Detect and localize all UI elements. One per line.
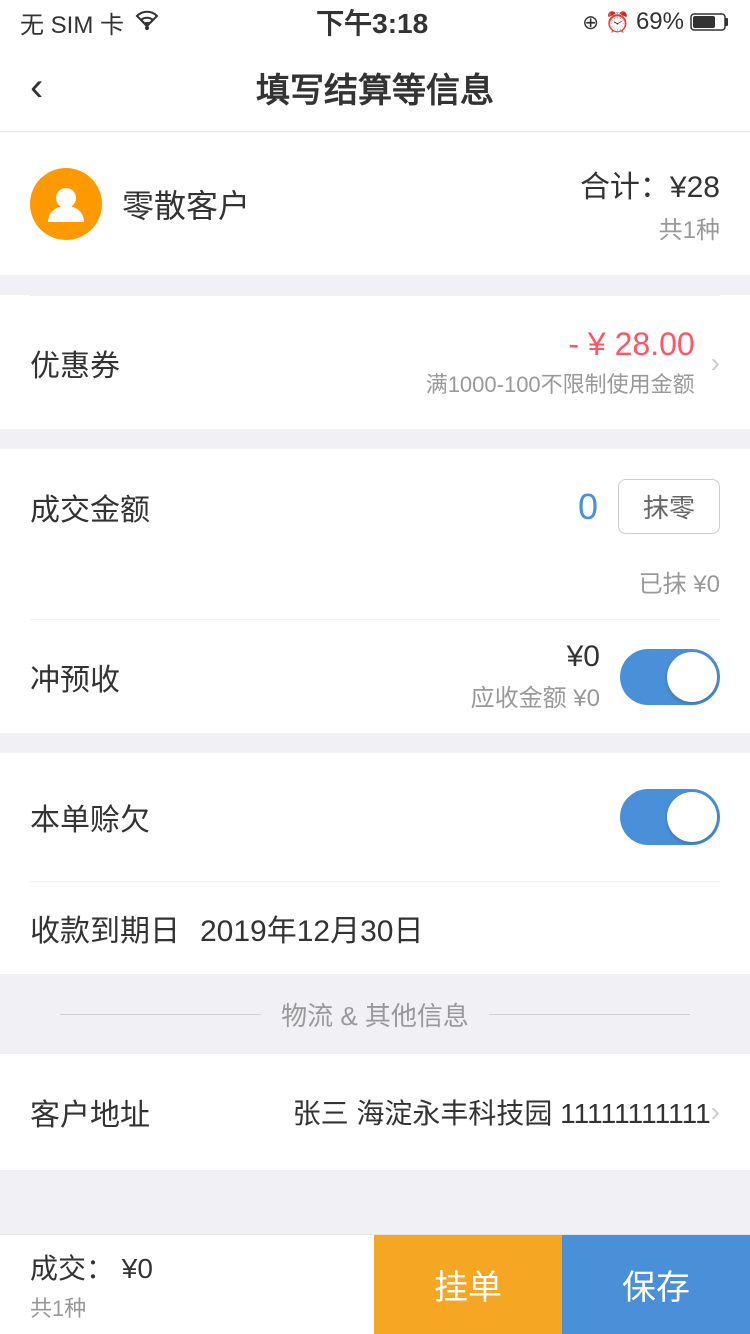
toggle-knob (667, 652, 717, 702)
status-bar: 无 SIM 卡 下午3:18 ⊕ ⏰ 69% (0, 0, 750, 44)
person-icon (44, 182, 88, 226)
prepay-row: 冲预收 ¥0 应收金额 ¥0 (30, 619, 720, 733)
prepay-sub: 应收金额 ¥0 (471, 678, 600, 713)
save-button[interactable]: 保存 (562, 1235, 750, 1334)
prepay-amount: ¥0 (471, 640, 600, 674)
prepay-toggle[interactable] (620, 649, 720, 705)
coupon-discount: - ¥ 28.00 (426, 326, 695, 363)
nav-bar: ‹ 填写结算等信息 (0, 44, 750, 132)
coupon-desc: 满1000-100不限制使用金额 (426, 367, 695, 399)
sep-3 (0, 733, 750, 753)
bottom-summary-count: 共1种 (30, 1291, 344, 1323)
divider-section: 物流 & 其他信息 (0, 974, 750, 1054)
prepay-label: 冲预收 (30, 655, 120, 699)
due-date-row[interactable]: 收款到期日 2019年12月30日 (30, 881, 720, 974)
battery-label: 69% (636, 8, 684, 36)
debt-section: 本单赊欠 收款到期日 2019年12月30日 (0, 753, 750, 974)
round-zero-button[interactable]: 抹零 (618, 479, 720, 534)
customer-row: 零散客户 合计：¥28 共1种 (30, 132, 720, 275)
status-right: ⊕ ⏰ 69% (582, 8, 730, 36)
address-value: 张三 海淀永丰科技园 11111111111 (180, 1092, 711, 1132)
customer-left: 零散客户 (30, 168, 250, 240)
address-row[interactable]: 客户地址 张三 海淀永丰科技园 11111111111 › (30, 1054, 720, 1170)
no-sim-label: 无 SIM 卡 (20, 5, 124, 40)
transaction-value: 0 (578, 486, 598, 528)
page-title: 填写结算等信息 (256, 63, 494, 112)
coupon-right: - ¥ 28.00 满1000-100不限制使用金额 › (426, 326, 720, 399)
debt-toggle[interactable] (620, 789, 720, 845)
content-area: 零散客户 合计：¥28 共1种 优惠券 - ¥ 28.00 满1000-100不… (0, 132, 750, 1270)
bottom-bar: 成交： ¥0 共1种 挂单 保存 (0, 1234, 750, 1334)
battery-icon (690, 12, 730, 32)
prepay-values: ¥0 应收金额 ¥0 (471, 640, 600, 713)
address-label: 客户地址 (30, 1090, 150, 1134)
location-icon: ⊕ (582, 10, 599, 35)
address-chevron-icon: › (711, 1096, 720, 1128)
back-button[interactable]: ‹ (30, 65, 43, 110)
transaction-label: 成交金额 (30, 485, 150, 529)
bottom-summary-amount: 成交： ¥0 (30, 1247, 344, 1287)
transaction-right: 0 抹零 (578, 479, 720, 534)
wifi-icon (132, 8, 162, 37)
debt-row: 本单赊欠 (30, 753, 720, 881)
due-date-value: 2019年12月30日 (200, 906, 423, 950)
customer-avatar (30, 168, 102, 240)
transaction-sub: 已抹 ¥0 (30, 564, 720, 619)
coupon-chevron-icon: › (711, 347, 720, 379)
status-left: 无 SIM 卡 (20, 5, 162, 40)
address-section: 客户地址 张三 海淀永丰科技园 11111111111 › (0, 1054, 750, 1170)
debt-label: 本单赊欠 (30, 795, 150, 839)
debt-toggle-knob (667, 792, 717, 842)
due-date-label: 收款到期日 (30, 906, 180, 950)
alarm-icon: ⏰ (605, 10, 630, 35)
total-count: 共1种 (580, 210, 720, 245)
transaction-row: 成交金额 0 抹零 (30, 449, 720, 564)
customer-name: 零散客户 (122, 181, 250, 227)
coupon-row[interactable]: 优惠券 - ¥ 28.00 满1000-100不限制使用金额 › (30, 295, 720, 429)
coupon-values: - ¥ 28.00 满1000-100不限制使用金额 (426, 326, 695, 399)
sep-2 (0, 429, 750, 449)
total-amount: 合计：¥28 (580, 162, 720, 206)
prepay-right: ¥0 应收金额 ¥0 (471, 640, 720, 713)
transaction-section: 成交金额 0 抹零 已抹 ¥0 冲预收 ¥0 应收金额 ¥0 (0, 449, 750, 733)
sep-1 (0, 275, 750, 295)
customer-right: 合计：¥28 共1种 (580, 162, 720, 245)
pending-button[interactable]: 挂单 (374, 1235, 562, 1334)
divider-label: 物流 & 其他信息 (261, 996, 489, 1033)
coupon-section: 优惠券 - ¥ 28.00 满1000-100不限制使用金额 › (0, 295, 750, 429)
status-time: 下午3:18 (316, 2, 428, 42)
bottom-summary: 成交： ¥0 共1种 (0, 1247, 374, 1323)
coupon-label: 优惠券 (30, 341, 120, 385)
customer-section: 零散客户 合计：¥28 共1种 (0, 132, 750, 275)
